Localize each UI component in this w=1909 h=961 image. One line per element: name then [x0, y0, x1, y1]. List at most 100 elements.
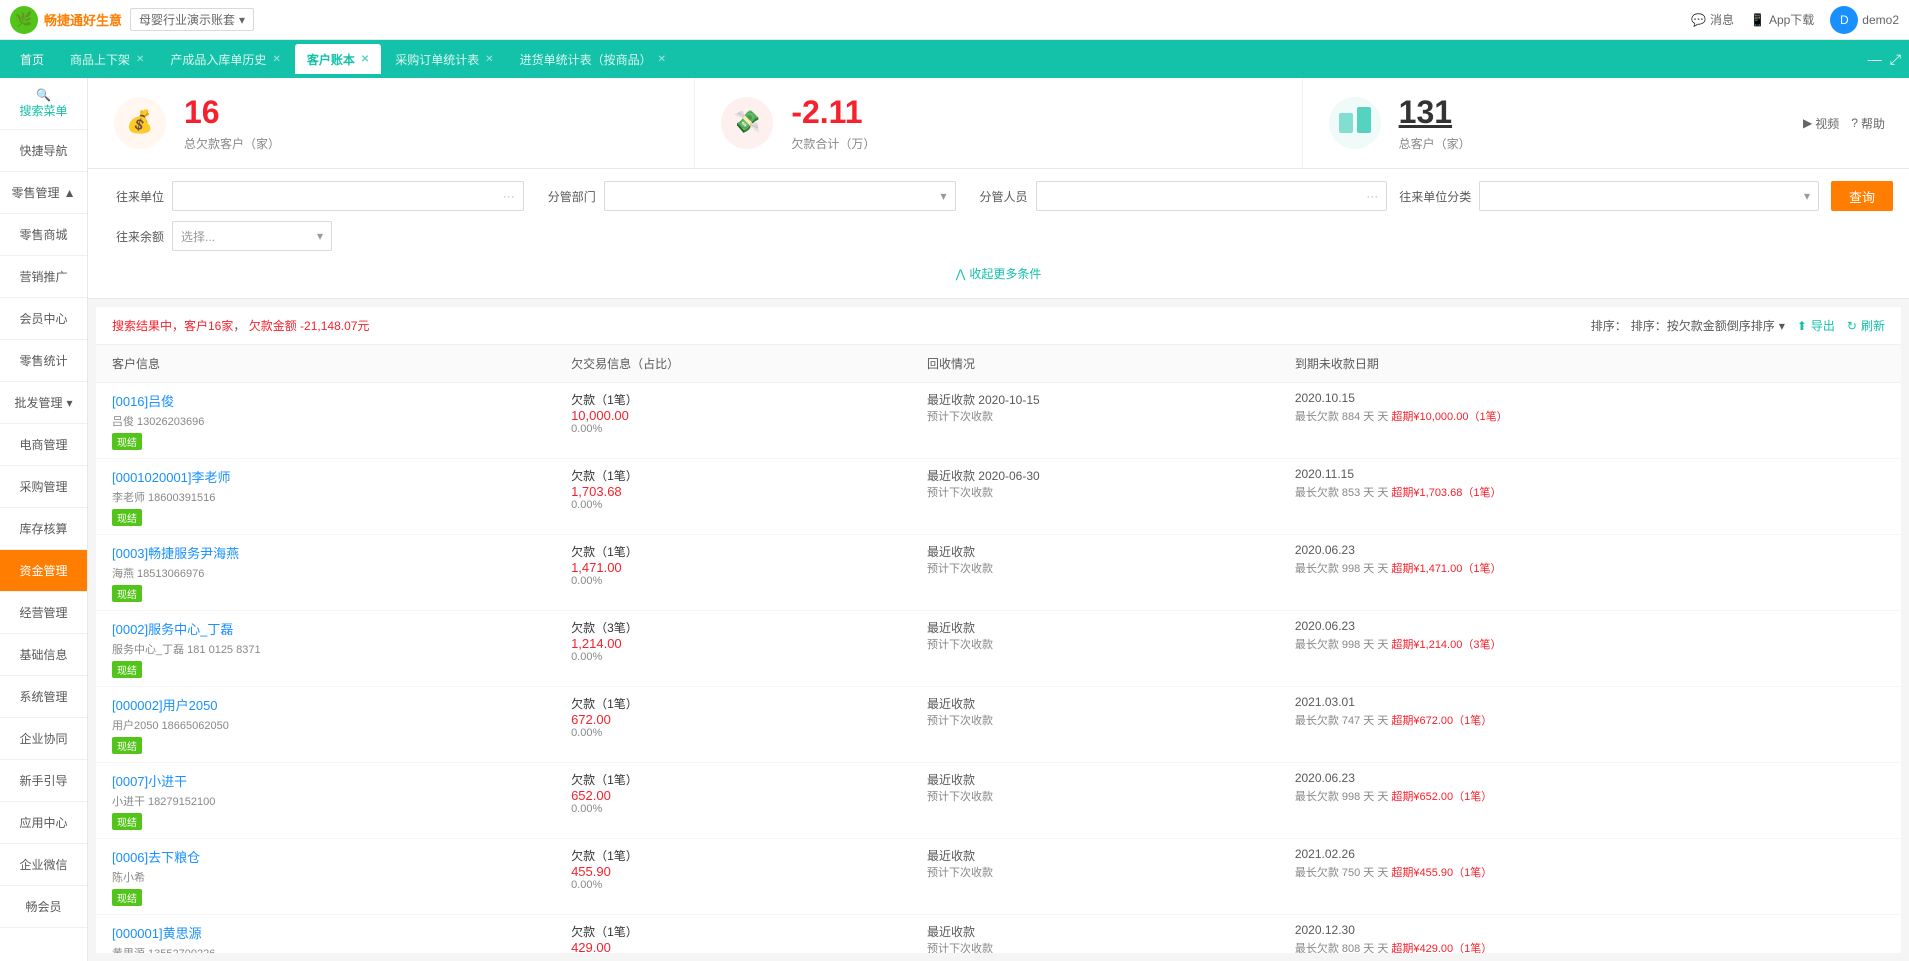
- sidebar-item-ecommerce[interactable]: 电商管理: [0, 424, 87, 466]
- tab-customer-ledger[interactable]: 客户账本 ✕: [295, 44, 381, 74]
- sidebar-item-basic-info[interactable]: 基础信息: [0, 634, 87, 676]
- table-row: [0006]去下粮仓 陈小希 现结 欠款（1笔） 455.90 0.00% 最近…: [96, 839, 1901, 915]
- debt-pct: 0.00%: [571, 575, 895, 587]
- customer-name[interactable]: [0002]服务中心_丁磊: [112, 619, 539, 638]
- video-btn[interactable]: ▶ 视频: [1803, 115, 1839, 132]
- sidebar-item-collaboration[interactable]: 企业协同: [0, 718, 87, 760]
- filter-select-balance[interactable]: 选择... ▾: [172, 221, 332, 251]
- sidebar-item-app-center[interactable]: 应用中心: [0, 802, 87, 844]
- debt-amount[interactable]: 672.00: [571, 712, 895, 727]
- filter-item-category: 往来单位分类 ▾: [1399, 181, 1819, 211]
- overdue-amount[interactable]: 超期¥1,471.00（1笔）: [1391, 563, 1501, 575]
- customer-name[interactable]: [0006]去下粮仓: [112, 847, 539, 866]
- debt-count: 欠款（1笔）: [571, 695, 895, 712]
- overdue-date: 2021.03.01: [1295, 695, 1885, 709]
- last-collect: 最近收款: [927, 543, 1263, 560]
- chevron-down-icon: ▾: [66, 396, 72, 410]
- overdue-amount[interactable]: 超期¥429.00（1笔）: [1391, 943, 1492, 953]
- tabs-minimize-icon[interactable]: —: [1868, 51, 1882, 68]
- stats-row: 💰 16 总欠款客户（家） 💸 -2.11 欠款合: [88, 78, 1909, 169]
- sidebar-item-purchase[interactable]: 采购管理: [0, 466, 87, 508]
- sort-select[interactable]: 排序： 排序：按欠款金额倒序排序 ▾: [1591, 317, 1785, 334]
- sidebar-item-retail-mgmt[interactable]: 零售管理 ▲: [0, 172, 87, 214]
- cell-customer-info: [0003]畅捷服务尹海燕 海燕 18513066976 现结: [96, 535, 555, 611]
- help-btn[interactable]: ? 帮助: [1851, 115, 1885, 132]
- overdue-amount[interactable]: 超期¥455.90（1笔）: [1391, 867, 1492, 879]
- overdue-amount[interactable]: 超期¥10,000.00（1笔）: [1391, 411, 1507, 423]
- customer-name[interactable]: [0003]畅捷服务尹海燕: [112, 543, 539, 562]
- sidebar-item-marketing[interactable]: 营销推广: [0, 256, 87, 298]
- tab-production-history[interactable]: 产成品入库单历史 ✕: [158, 44, 292, 74]
- customer-contact: 陈小希: [112, 869, 539, 885]
- sidebar-item-enterprise-wechat[interactable]: 企业微信: [0, 844, 87, 886]
- sidebar-item-inventory[interactable]: 库存核算: [0, 508, 87, 550]
- filter-select-category[interactable]: ▾: [1479, 181, 1819, 211]
- sidebar-item-wholesale-mgmt[interactable]: 批发管理 ▾: [0, 382, 87, 424]
- overdue-date: 2020.12.30: [1295, 923, 1885, 937]
- refresh-btn[interactable]: ↻ 刷新: [1847, 317, 1885, 334]
- close-icon[interactable]: ✕: [136, 54, 144, 65]
- overdue-days: 最长欠款 808 天 天 超期¥429.00（1笔）: [1295, 940, 1885, 953]
- debt-amount[interactable]: 10,000.00: [571, 408, 895, 423]
- debt-count: 欠款（1笔）: [571, 923, 895, 940]
- sidebar-item-chang-member[interactable]: 畅会员: [0, 886, 87, 928]
- search-button[interactable]: 查询: [1831, 181, 1893, 211]
- cell-customer-info: [000001]黄思源 黄思源 13552700226 现结: [96, 915, 555, 954]
- sidebar-item-retail-mall[interactable]: 零售商城: [0, 214, 87, 256]
- debt-amount[interactable]: 1,214.00: [571, 636, 895, 651]
- sidebar-item-members[interactable]: 会员中心: [0, 298, 87, 340]
- debt-count: 欠款（3笔）: [571, 619, 895, 636]
- sort-arrow-icon: ▾: [1779, 319, 1785, 333]
- overdue-amount[interactable]: 超期¥1,703.68（1笔）: [1391, 487, 1501, 499]
- sidebar-item-operations[interactable]: 经营管理: [0, 592, 87, 634]
- customer-name[interactable]: [0016]吕俊: [112, 391, 539, 410]
- message-btn[interactable]: 💬 消息: [1691, 11, 1734, 28]
- customer-name[interactable]: [000001]黄思源: [112, 923, 539, 942]
- sidebar-item-guide[interactable]: 新手引导: [0, 760, 87, 802]
- filter-input-person[interactable]: ···: [1036, 181, 1388, 211]
- debt-amount[interactable]: 652.00: [571, 788, 895, 803]
- sidebar-item-quick-nav[interactable]: 快捷导航: [0, 130, 87, 172]
- debt-pct: 0.00%: [571, 651, 895, 663]
- export-btn[interactable]: ⬆ 导出: [1797, 317, 1835, 334]
- predict-collect: 预计下次收款: [927, 940, 1263, 953]
- overdue-amount[interactable]: 超期¥652.00（1笔）: [1391, 791, 1492, 803]
- close-icon[interactable]: ✕: [485, 54, 493, 65]
- cell-debt-info: 欠款（1笔） 1,471.00 0.00%: [555, 535, 911, 611]
- close-icon[interactable]: ✕: [658, 54, 666, 65]
- close-icon[interactable]: ✕: [361, 54, 369, 65]
- sidebar-item-system[interactable]: 系统管理: [0, 676, 87, 718]
- table-row: [000001]黄思源 黄思源 13552700226 现结 欠款（1笔） 42…: [96, 915, 1901, 954]
- tab-product-listing[interactable]: 商品上下架 ✕: [58, 44, 156, 74]
- tabs-expand-icon[interactable]: ⤢: [1890, 51, 1901, 68]
- sidebar-item-search[interactable]: 🔍 搜索菜单: [0, 78, 87, 130]
- cell-collect-status: 最近收款 预计下次收款: [911, 687, 1279, 763]
- user-btn[interactable]: D demo2: [1830, 6, 1899, 34]
- store-selector[interactable]: 母婴行业演示账套 ▾: [130, 8, 254, 31]
- help-icon: ?: [1851, 116, 1858, 130]
- overdue-amount[interactable]: 超期¥1,214.00（3笔）: [1391, 639, 1501, 651]
- customer-name[interactable]: [000002]用户2050: [112, 695, 539, 714]
- filter-select-dept[interactable]: ▾: [604, 181, 956, 211]
- tab-inbound-stats[interactable]: 进货单统计表（按商品） ✕: [508, 44, 678, 74]
- filter-input-vendor[interactable]: ···: [172, 181, 524, 211]
- debt-amount[interactable]: 429.00: [571, 940, 895, 953]
- sidebar-item-retail-stats[interactable]: 零售统计: [0, 340, 87, 382]
- close-icon[interactable]: ✕: [272, 54, 280, 65]
- tag-xian: 现结: [112, 889, 142, 906]
- customer-name[interactable]: [0001020001]李老师: [112, 467, 539, 486]
- customer-name[interactable]: [0007]小进干: [112, 771, 539, 790]
- overdue-amount[interactable]: 超期¥672.00（1笔）: [1391, 715, 1492, 727]
- tag-xian: 现结: [112, 813, 142, 830]
- sidebar-item-finance[interactable]: 资金管理: [0, 550, 87, 592]
- filter-label-person: 分管人员: [968, 188, 1028, 205]
- debt-amount[interactable]: 1,703.68: [571, 484, 895, 499]
- tab-purchase-stats[interactable]: 采购订单统计表 ✕: [383, 44, 505, 74]
- debt-amount[interactable]: 455.90: [571, 864, 895, 879]
- app-download-btn[interactable]: 📱 App下载: [1750, 11, 1814, 28]
- debt-pct: 0.00%: [571, 423, 895, 435]
- tab-home[interactable]: 首页: [8, 44, 56, 74]
- collapse-btn[interactable]: ⋀ 收起更多条件: [104, 261, 1893, 286]
- debt-amount[interactable]: 1,471.00: [571, 560, 895, 575]
- collapse-icon: ⋀: [956, 267, 966, 281]
